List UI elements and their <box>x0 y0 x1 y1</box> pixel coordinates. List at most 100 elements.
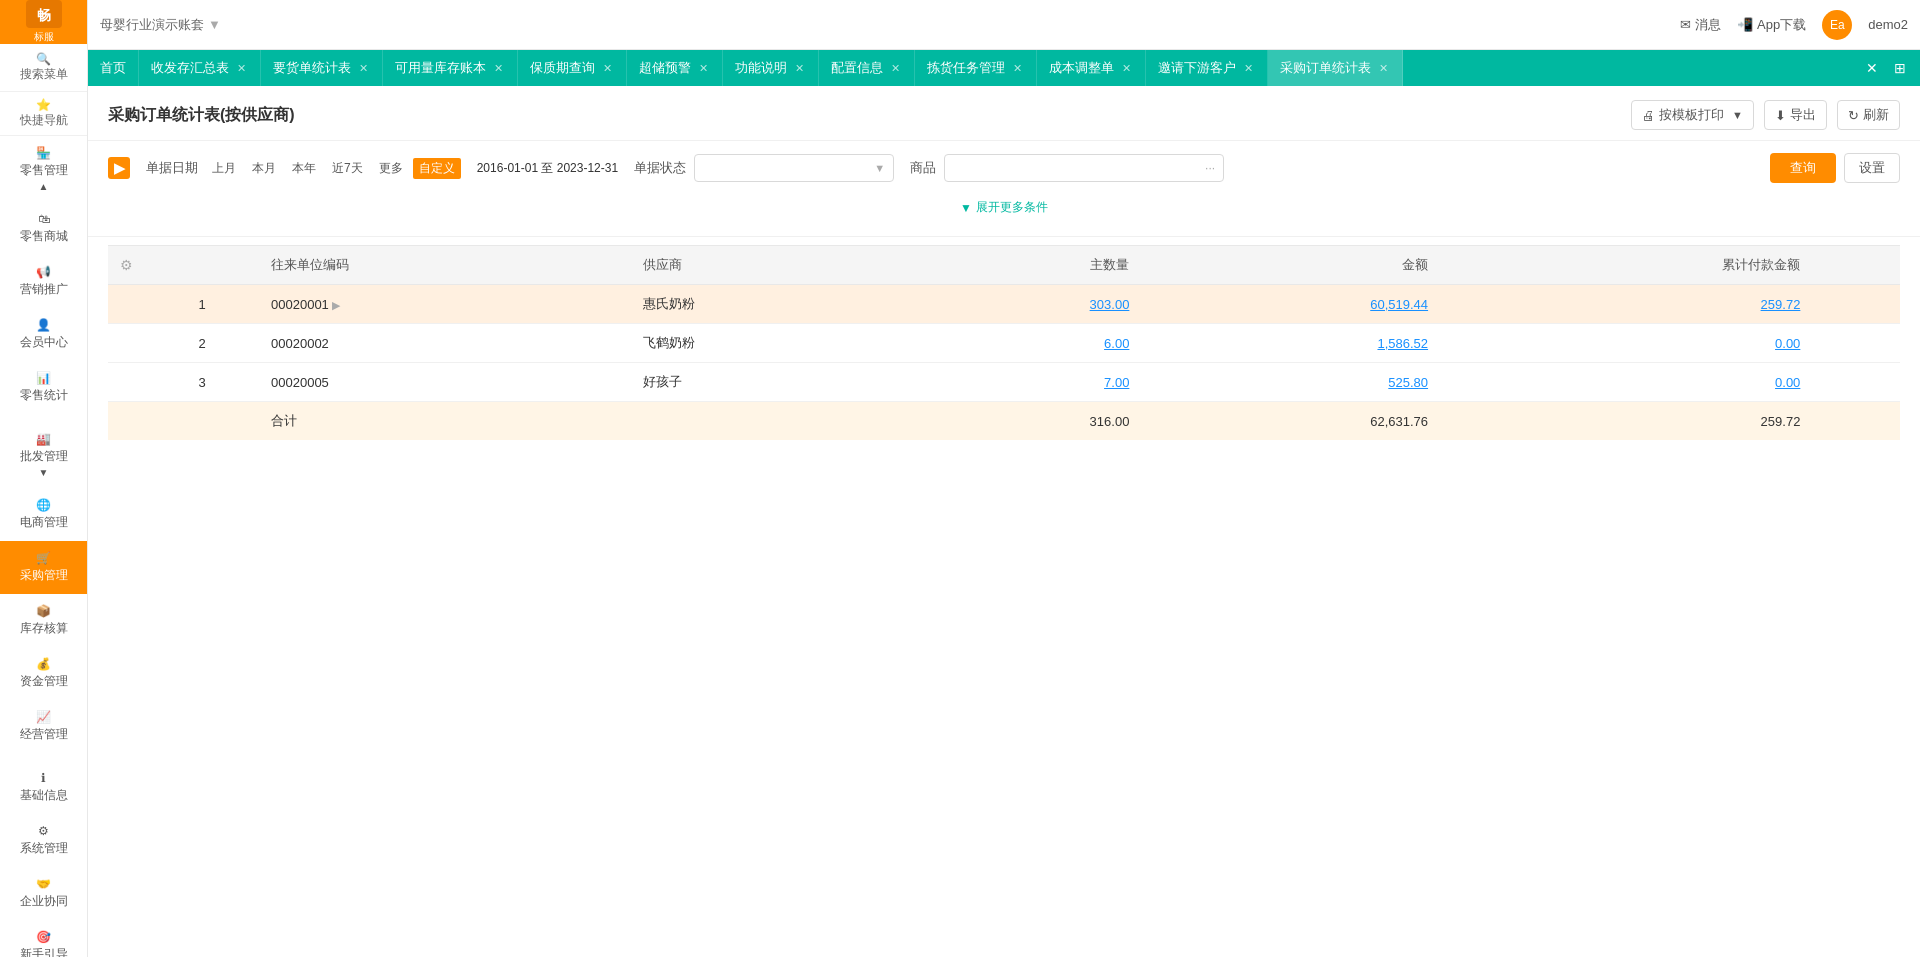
message-button[interactable]: ✉ 消息 <box>1680 16 1721 34</box>
sidebar-item-retail-shop[interactable]: 🛍 零售商城 <box>0 202 87 255</box>
tab-stock-ledger[interactable]: 可用量库存账本 ✕ <box>383 50 518 86</box>
quantity-link[interactable]: 7.00 <box>1104 375 1129 390</box>
tab-close-all-button[interactable]: ✕ <box>1860 56 1884 80</box>
sidebar-item-operations[interactable]: 📈 经营管理 <box>0 700 87 753</box>
sidebar-item-system[interactable]: ⚙ 系统管理 <box>0 814 87 867</box>
paid-amount-link[interactable]: 0.00 <box>1775 336 1800 351</box>
shop-icon: 🛍 <box>38 212 50 226</box>
sidebar-item-label: 会员中心 <box>20 334 68 351</box>
tab-close-icon[interactable]: ✕ <box>1011 61 1024 76</box>
settings-button[interactable]: 设置 <box>1844 153 1900 183</box>
tab-home[interactable]: 首页 <box>88 50 139 86</box>
expand-label: 展开更多条件 <box>976 199 1048 216</box>
row-expand-icon[interactable]: ▶ <box>332 299 340 311</box>
table-row[interactable]: 1 00020001 ▶ 惠氏奶粉 303.00 60,519.44 <box>108 285 1900 324</box>
footer-spacer-cell <box>1812 402 1900 441</box>
tab-cost-adjust[interactable]: 成本调整单 ✕ <box>1037 50 1146 86</box>
app-download-button[interactable]: 📲 App下载 <box>1737 16 1806 34</box>
query-button[interactable]: 查询 <box>1770 153 1836 183</box>
tab-order-summary[interactable]: 要货单统计表 ✕ <box>261 50 383 86</box>
tab-close-icon[interactable]: ✕ <box>492 61 505 76</box>
shortcut-this-month[interactable]: 本月 <box>246 158 282 179</box>
expand-more-button[interactable]: ▼ 展开更多条件 <box>108 191 1900 224</box>
amount-link[interactable]: 1,586.52 <box>1377 336 1428 351</box>
paid-amount-link[interactable]: 259.72 <box>1761 297 1801 312</box>
tab-close-icon[interactable]: ✕ <box>1120 61 1133 76</box>
guide-icon: 🎯 <box>36 930 51 944</box>
tab-close-icon[interactable]: ✕ <box>1242 61 1255 76</box>
sidebar-quick-nav[interactable]: ⭐ 快捷导航 <box>0 92 87 136</box>
sidebar-item-basic-info[interactable]: ℹ 基础信息 <box>0 761 87 814</box>
svg-text:畅: 畅 <box>37 7 51 23</box>
export-button[interactable]: ⬇ 导出 <box>1764 100 1827 130</box>
paid-amount-link[interactable]: 0.00 <box>1775 375 1800 390</box>
inventory-icon: 📦 <box>36 604 51 618</box>
status-label: 单据状态 <box>634 159 686 177</box>
sidebar-item-inventory[interactable]: 📦 库存核算 <box>0 594 87 647</box>
footer-quantity-cell: 316.00 <box>909 402 1142 441</box>
custom-date-tag[interactable]: 自定义 <box>413 158 461 179</box>
shortcut-more[interactable]: 更多 <box>373 158 409 179</box>
column-settings-icon[interactable]: ⚙ <box>120 257 133 273</box>
download-label: App下载 <box>1757 16 1806 34</box>
shortcut-last-month[interactable]: 上月 <box>206 158 242 179</box>
dropdown-icon[interactable]: ▼ <box>208 17 221 32</box>
sidebar-item-retail[interactable]: 🏪 零售管理 ▲ <box>0 136 87 202</box>
refresh-button[interactable]: ↻ 刷新 <box>1837 100 1900 130</box>
sidebar-item-enterprise[interactable]: 🤝 企业协同 <box>0 867 87 920</box>
tab-picking-task[interactable]: 拣货任务管理 ✕ <box>915 50 1037 86</box>
sidebar-search[interactable]: 🔍 搜索菜单 <box>0 44 87 92</box>
tab-close-icon[interactable]: ✕ <box>889 61 902 76</box>
operations-icon: 📈 <box>36 710 51 724</box>
sidebar-item-finance[interactable]: 💰 资金管理 <box>0 647 87 700</box>
tab-label: 成本调整单 <box>1049 59 1114 77</box>
shortcut-last-7-days[interactable]: 近7天 <box>326 158 369 179</box>
user-avatar[interactable]: Ea <box>1822 10 1852 40</box>
tab-close-icon[interactable]: ✕ <box>1377 61 1390 76</box>
tab-close-icon[interactable]: ✕ <box>235 61 248 76</box>
tab-purchase-summary[interactable]: 采购订单统计表 ✕ <box>1268 50 1403 86</box>
tab-function-desc[interactable]: 功能说明 ✕ <box>723 50 819 86</box>
td-supplier-name: 好孩子 <box>631 363 908 402</box>
sidebar-item-label: 库存核算 <box>20 620 68 637</box>
td-quantity: 6.00 <box>909 324 1142 363</box>
main-content: 母婴行业演示账套 ▼ ✉ 消息 📲 App下载 Ea demo2 首页 收发存汇… <box>88 0 1920 957</box>
table-row[interactable]: 3 00020005 好孩子 7.00 525.80 0.00 <box>108 363 1900 402</box>
quantity-link[interactable]: 303.00 <box>1090 297 1130 312</box>
amount-link[interactable]: 60,519.44 <box>1370 297 1428 312</box>
tab-menu-button[interactable]: ⊞ <box>1888 56 1912 80</box>
tab-overstock[interactable]: 超储预警 ✕ <box>627 50 723 86</box>
shortcut-this-year[interactable]: 本年 <box>286 158 322 179</box>
table-row[interactable]: 2 00020002 飞鹤奶粉 6.00 1,586.52 0.00 <box>108 324 1900 363</box>
amount-link[interactable]: 525.80 <box>1388 375 1428 390</box>
tab-close-icon[interactable]: ✕ <box>793 61 806 76</box>
status-select[interactable]: ▼ <box>694 154 894 182</box>
sidebar-item-new-guide[interactable]: 🎯 新手引导 <box>0 920 87 957</box>
sidebar-item-retail-stats[interactable]: 📊 零售统计 <box>0 361 87 414</box>
tab-warranty[interactable]: 保质期查询 ✕ <box>518 50 627 86</box>
tab-receive-summary[interactable]: 收发存汇总表 ✕ <box>139 50 261 86</box>
chevron-down-icon: ▼ <box>39 467 49 478</box>
print-icon: 🖨 <box>1642 108 1655 123</box>
print-button[interactable]: 🖨 按模板打印 ▼ <box>1631 100 1754 130</box>
page-header: 采购订单统计表(按供应商) 🖨 按模板打印 ▼ ⬇ 导出 ↻ 刷新 <box>88 86 1920 141</box>
footer-index-cell <box>145 402 259 441</box>
sidebar-item-purchase[interactable]: 🛒 采购管理 <box>0 541 87 594</box>
quantity-link[interactable]: 6.00 <box>1104 336 1129 351</box>
page-content: 采购订单统计表(按供应商) 🖨 按模板打印 ▼ ⬇ 导出 ↻ 刷新 <box>88 86 1920 957</box>
filter-toggle-button[interactable]: ▶ <box>108 157 130 179</box>
tab-close-icon[interactable]: ✕ <box>697 61 710 76</box>
sidebar-item-wholesale[interactable]: 🏭 批发管理 ▼ <box>0 422 87 488</box>
tab-config-info[interactable]: 配置信息 ✕ <box>819 50 915 86</box>
tab-close-icon[interactable]: ✕ <box>601 61 614 76</box>
tab-close-icon[interactable]: ✕ <box>357 61 370 76</box>
sidebar-item-marketing[interactable]: 📢 营销推广 <box>0 255 87 308</box>
sidebar-item-ecommerce[interactable]: 🌐 电商管理 <box>0 488 87 541</box>
td-supplier-code: 00020002 <box>259 324 631 363</box>
goods-input[interactable]: ··· <box>944 154 1224 182</box>
date-label: 单据日期 <box>146 159 198 177</box>
retail-icon: 🏪 <box>36 146 51 160</box>
tab-invite-downstream[interactable]: 邀请下游客户 ✕ <box>1146 50 1268 86</box>
sidebar-item-member[interactable]: 👤 会员中心 <box>0 308 87 361</box>
tab-label: 拣货任务管理 <box>927 59 1005 77</box>
